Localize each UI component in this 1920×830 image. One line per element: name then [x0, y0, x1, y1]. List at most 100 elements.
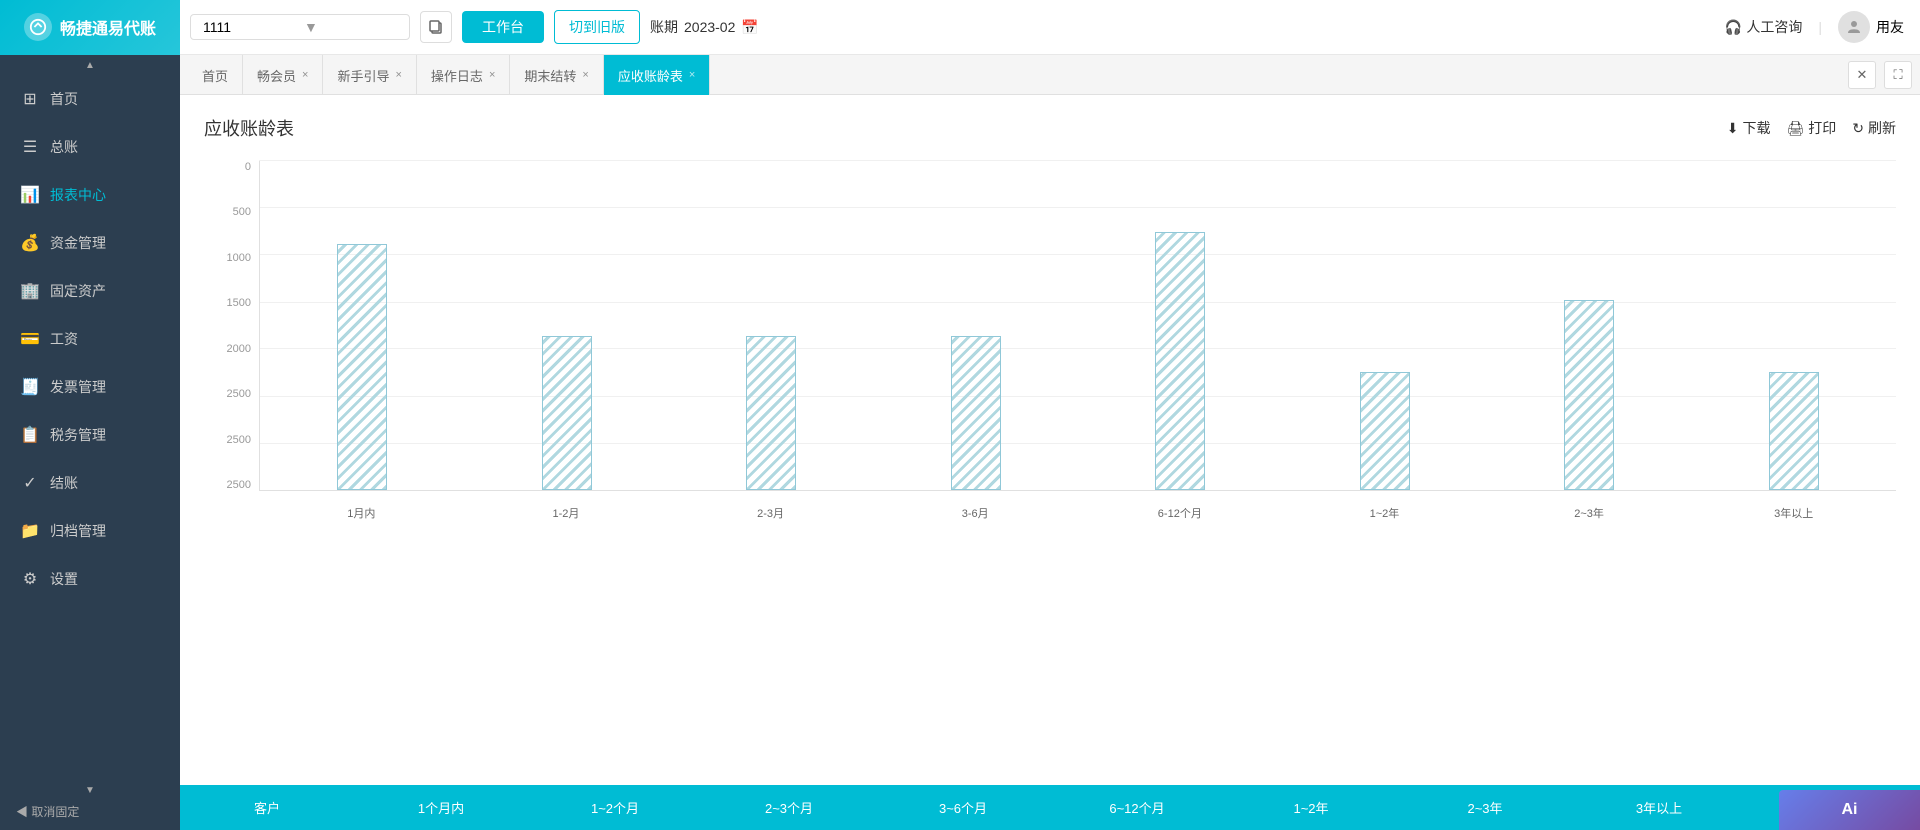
sidebar-label-assets: 固定资产 — [50, 281, 106, 301]
sidebar-label-tax: 税务管理 — [50, 425, 106, 445]
cancel-fixed-button[interactable]: ◀ 取消固定 — [0, 793, 180, 830]
y-axis-label: 2000 — [227, 343, 251, 355]
settle-icon: ✓ — [20, 473, 40, 493]
y-axis-label: 2500 — [227, 388, 251, 400]
sidebar-label-invoice: 发票管理 — [50, 377, 106, 397]
archive-icon: 📁 — [20, 521, 40, 541]
table-col-m23: 2~3个月 — [702, 798, 876, 817]
dropdown-arrow-icon: ▼ — [304, 19, 397, 35]
invoice-icon: 🧾 — [20, 377, 40, 397]
print-icon: 🖨 — [1786, 120, 1804, 137]
sidebar-scroll-up[interactable]: ▲ — [0, 55, 180, 75]
tab-label-aging: 应收账龄表 — [618, 66, 683, 85]
refresh-button[interactable]: ↻ 刷新 — [1852, 118, 1896, 138]
tab-home[interactable]: 首页 — [188, 55, 243, 95]
sidebar-item-payroll[interactable]: 💳工资 — [0, 315, 180, 363]
copy-button[interactable] — [420, 11, 452, 43]
avatar — [1838, 11, 1870, 43]
tab-guide[interactable]: 新手引导× — [323, 55, 416, 95]
sidebar-label-settle: 结账 — [50, 473, 78, 493]
switch-version-button[interactable]: 切到旧版 — [554, 10, 640, 44]
tab-close-aging[interactable]: × — [689, 69, 695, 81]
page-actions: ⬇ 下载 🖨 打印 ↻ 刷新 — [1727, 118, 1896, 138]
sidebar-item-settle[interactable]: ✓ 结账 — [0, 459, 180, 507]
tab-label-home: 首页 — [202, 66, 228, 85]
sidebar-item-reports[interactable]: 📊报表中心 — [0, 171, 180, 219]
tab-expand-button[interactable]: ⛶ — [1884, 61, 1912, 89]
tab-items: 首页畅会员×新手引导×操作日志×期末结转× 应收账龄表 × — [188, 55, 710, 94]
x-label-5: 1~2年 — [1282, 505, 1487, 521]
period-label: 账期 — [650, 17, 678, 37]
x-label-7: 3年以上 — [1691, 505, 1896, 521]
main-layout: ▲ ⊞首页☰总账📊报表中心💰资金管理🏢固定资产💳工资 🧾 发票管理 📋 税务管理 ✓ 结账 📁… — [0, 55, 1920, 830]
sidebar-item-archive[interactable]: 📁 归档管理 — [0, 507, 180, 555]
bar-group-1 — [465, 161, 670, 490]
y-axis-label: 2500 — [227, 479, 251, 491]
sidebar-label-home: 首页 — [50, 89, 78, 109]
tab-close-yearend[interactable]: × — [582, 69, 588, 81]
bar-5 — [1360, 372, 1410, 490]
sidebar-item-invoice[interactable]: 🧾 发票管理 — [0, 363, 180, 411]
table-col-m1: 1个月内 — [354, 798, 528, 817]
tab-aging[interactable]: 应收账龄表 × — [604, 55, 710, 95]
tab-close-member[interactable]: × — [302, 69, 308, 81]
sidebar-items: ⊞首页☰总账📊报表中心💰资金管理🏢固定资产💳工资 🧾 发票管理 📋 税务管理 ✓ 结账 📁 归档… — [0, 55, 180, 603]
settings-icon: ⚙ — [20, 569, 40, 589]
tab-yearend[interactable]: 期末结转× — [510, 55, 603, 95]
tax-icon: 📋 — [20, 425, 40, 445]
y-axis-label: 500 — [233, 206, 251, 218]
sidebar-item-home[interactable]: ⊞首页 — [0, 75, 180, 123]
workbench-button[interactable]: 工作台 — [462, 11, 544, 43]
bar-group-3 — [874, 161, 1079, 490]
chart-container: 2500250025002000150010005000 1月内1-2月2-3月… — [204, 161, 1896, 521]
tab-member[interactable]: 畅会员× — [243, 55, 323, 95]
print-button[interactable]: 🖨 打印 — [1786, 118, 1836, 138]
consult-button[interactable]: 🎧 人工咨询 — [1725, 17, 1802, 37]
y-axis-label: 1500 — [227, 297, 251, 309]
sidebar-label-settings: 设置 — [50, 569, 78, 589]
bar-7 — [1769, 372, 1819, 490]
tab-close-oplog[interactable]: × — [489, 69, 495, 81]
ai-badge[interactable]: Ai — [1779, 790, 1920, 830]
content-area: 首页畅会员×新手引导×操作日志×期末结转× 应收账龄表 × ✕ ⛶ 应收账龄表 ⬇ … — [180, 55, 1920, 830]
y-axis-label: 0 — [245, 161, 251, 173]
sidebar-item-tax[interactable]: 📋 税务管理 — [0, 411, 180, 459]
sidebar: ▲ ⊞首页☰总账📊报表中心💰资金管理🏢固定资产💳工资 🧾 发票管理 📋 税务管理 ✓ 结账 📁… — [0, 55, 180, 830]
sidebar-item-ledger[interactable]: ☰总账 — [0, 123, 180, 171]
refresh-icon: ↻ — [1852, 120, 1864, 137]
headset-icon: 🎧 — [1725, 19, 1742, 36]
bar-6 — [1564, 300, 1614, 490]
period-value: 2023-02 — [684, 19, 735, 35]
company-selector[interactable]: 1111 ▼ — [190, 14, 410, 40]
page-content: 应收账龄表 ⬇ 下载 🖨 打印 ↻ 刷新 — [180, 95, 1920, 785]
tab-close-button[interactable]: ✕ — [1848, 61, 1876, 89]
chart-plot — [259, 161, 1896, 491]
table-col-m36: 3~6个月 — [876, 798, 1050, 817]
tab-close-guide[interactable]: × — [395, 69, 401, 81]
x-labels: 1月内1-2月2-3月3-6月6-12个月1~2年2~3年3年以上 — [259, 505, 1896, 521]
sidebar-label-payroll: 工资 — [50, 329, 78, 349]
tab-oplog[interactable]: 操作日志× — [417, 55, 510, 95]
sidebar-item-finance[interactable]: 💰资金管理 — [0, 219, 180, 267]
x-label-3: 3-6月 — [873, 505, 1078, 521]
sidebar-label-archive: 归档管理 — [50, 521, 106, 541]
table-col-y3p: 3年以上 — [1572, 798, 1746, 817]
table-col-m12: 1~2个月 — [528, 798, 702, 817]
sidebar-item-assets[interactable]: 🏢固定资产 — [0, 267, 180, 315]
y-axis-label: 1000 — [227, 252, 251, 264]
period-info: 账期 2023-02 📅 — [650, 17, 759, 37]
x-label-4: 6-12个月 — [1078, 505, 1283, 521]
download-button[interactable]: ⬇ 下载 — [1727, 118, 1771, 138]
calendar-icon[interactable]: 📅 — [741, 19, 758, 36]
table-col-y12: 1~2年 — [1224, 798, 1398, 817]
x-label-0: 1月内 — [259, 505, 464, 521]
page-title: 应收账龄表 — [204, 115, 294, 141]
x-label-1: 1-2月 — [464, 505, 669, 521]
bar-group-7 — [1692, 161, 1897, 490]
bar-group-6 — [1487, 161, 1692, 490]
consult-label: 人工咨询 — [1746, 17, 1802, 37]
table-col-y23: 2~3年 — [1398, 798, 1572, 817]
user-area[interactable]: 用友 — [1838, 11, 1904, 43]
ledger-icon: ☰ — [20, 137, 40, 157]
sidebar-item-settings[interactable]: ⚙ 设置 — [0, 555, 180, 603]
